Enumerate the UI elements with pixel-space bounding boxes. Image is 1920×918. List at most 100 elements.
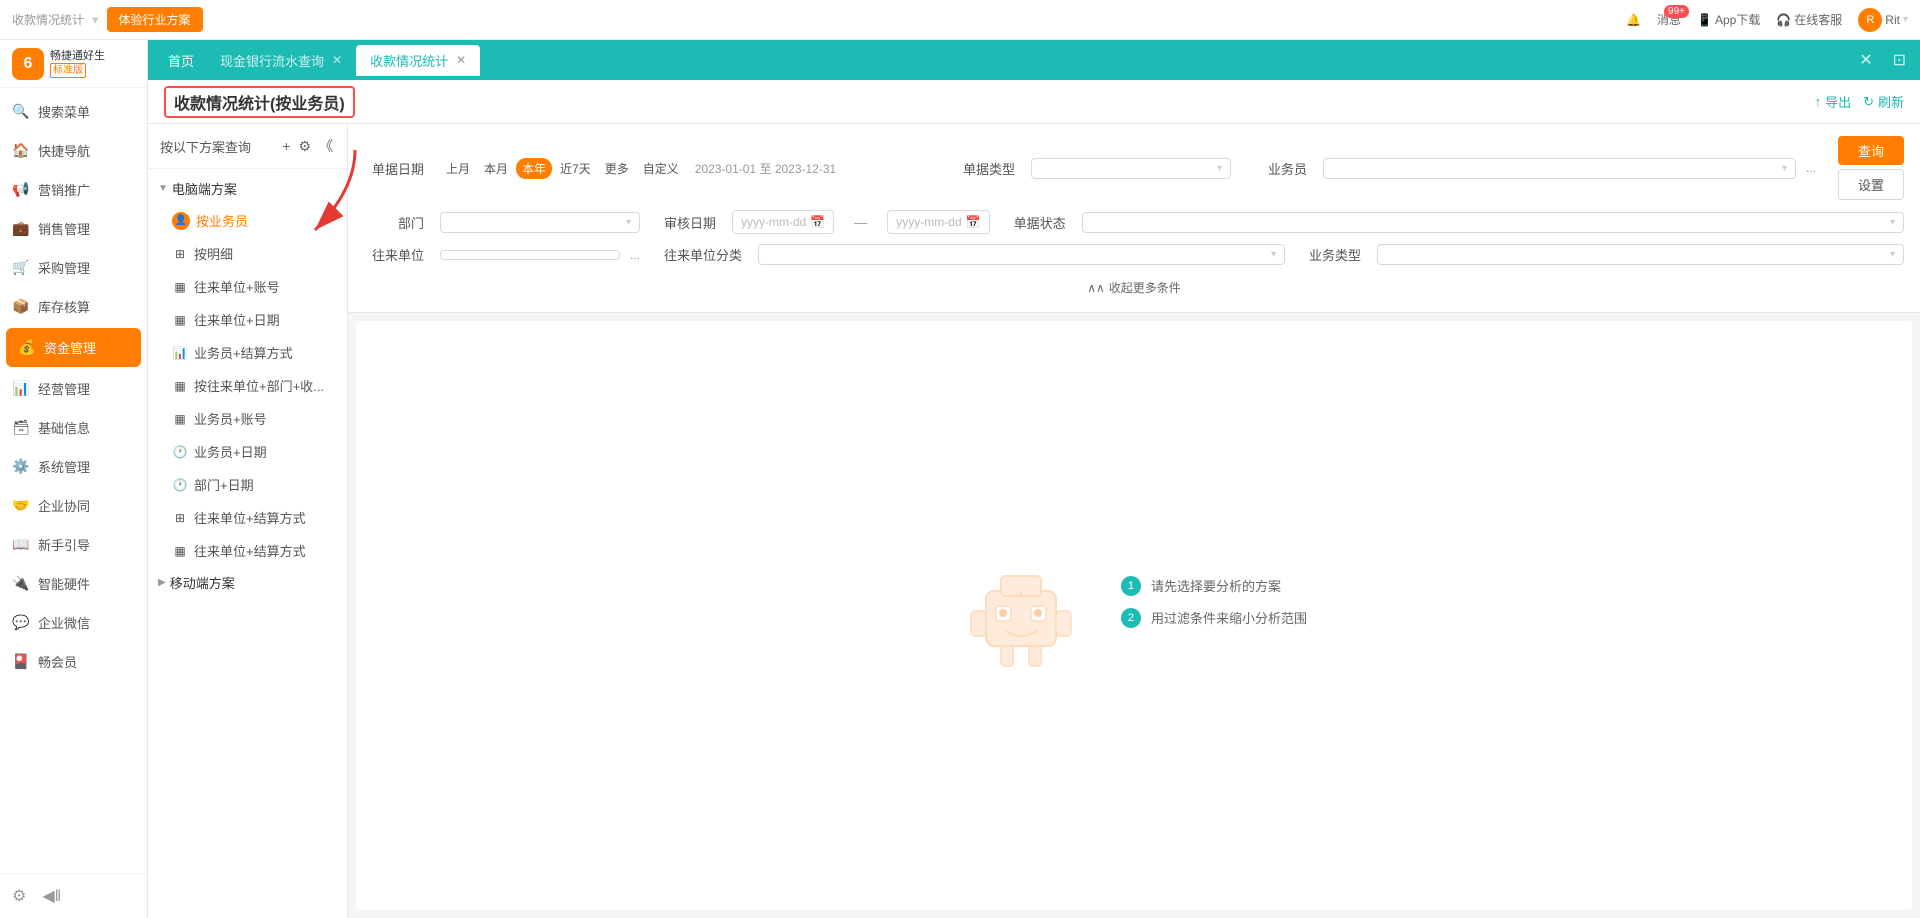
user-avatar[interactable]: R Rit ▾ bbox=[1858, 8, 1908, 32]
sidebar-label: 智能硬件 bbox=[38, 574, 90, 593]
scheme-item-unit-dept-collect[interactable]: ▦ 按往来单位+部门+收... bbox=[148, 369, 347, 402]
doc-status-label: 单据状态 bbox=[1006, 213, 1066, 232]
panel-title: 按以下方案查询 bbox=[160, 137, 251, 156]
sidebar-item-wechat[interactable]: 💬 企业微信 bbox=[0, 603, 147, 642]
export-button[interactable]: ↑ 导出 bbox=[1815, 92, 1852, 111]
empty-robot-icon bbox=[961, 556, 1081, 676]
tab-collection-stats[interactable]: 收款情况统计 ✕ bbox=[356, 45, 480, 76]
main-content: 按以下方案查询 + ⚙ 《 ▼ 电脑端方案 bbox=[148, 124, 1920, 918]
scheme-settings-button[interactable]: ⚙ bbox=[296, 134, 313, 158]
sidebar-label: 企业微信 bbox=[38, 613, 90, 632]
trial-button[interactable]: 体验行业方案 bbox=[107, 7, 203, 32]
sidebar-item-system[interactable]: ⚙️ 系统管理 bbox=[0, 447, 147, 486]
logo-text: 畅捷通好生 标准版 bbox=[50, 49, 105, 78]
sidebar-item-quick-nav[interactable]: 🏠 快捷导航 bbox=[0, 131, 147, 170]
tab-close-collection-stats[interactable]: ✕ bbox=[456, 53, 466, 67]
review-date-end[interactable]: yyyy-mm-dd 📅 bbox=[887, 210, 989, 234]
scheme-item-salesperson-account[interactable]: ▦ 业务员+账号 bbox=[148, 402, 347, 435]
dept-select[interactable]: ▾ bbox=[440, 212, 640, 233]
sidebar-settings-button[interactable]: ⚙ bbox=[8, 882, 30, 910]
scheme-item-label: 往来单位+结算方式 bbox=[194, 508, 306, 527]
scheme-item-by-salesperson[interactable]: 👤 按业务员 bbox=[148, 204, 347, 237]
app-download[interactable]: 📱 App下载 bbox=[1697, 11, 1760, 28]
scheme-group-mobile-header[interactable]: ▶ 移动端方案 bbox=[148, 567, 347, 598]
refresh-button[interactable]: ↻ 刷新 bbox=[1863, 92, 1904, 111]
collapse-panel-button[interactable]: 《 bbox=[317, 134, 335, 158]
notification-area[interactable]: 🔔 99+ 消息 bbox=[1626, 11, 1681, 28]
doc-type-select[interactable]: ▾ bbox=[1031, 158, 1231, 179]
scheme-item-label: 往来单位+账号 bbox=[194, 277, 280, 296]
filter-settings-button[interactable]: 设置 bbox=[1838, 169, 1904, 200]
sidebar-item-search-menu[interactable]: 🔍 搜索菜单 bbox=[0, 92, 147, 131]
scheme-group-desktop-header[interactable]: ▼ 电脑端方案 bbox=[148, 173, 347, 204]
counterparty-label: 往来单位 bbox=[364, 245, 424, 264]
query-button[interactable]: 查询 bbox=[1838, 136, 1904, 165]
sidebar-item-enterprise[interactable]: 🤝 企业协同 bbox=[0, 486, 147, 525]
scheme-item-unit-account[interactable]: ▦ 往来单位+账号 bbox=[148, 270, 347, 303]
this-year-btn[interactable]: 本年 bbox=[516, 158, 552, 179]
more-date-btn[interactable]: 更多 bbox=[599, 158, 635, 179]
logo-area: 6 畅捷通好生 标准版 bbox=[0, 40, 147, 88]
scheme-icon: ▦ bbox=[172, 279, 188, 295]
sidebar-label: 库存核算 bbox=[38, 297, 90, 316]
salesperson-more-button[interactable]: ... bbox=[1800, 159, 1822, 177]
last-month-btn[interactable]: 上月 bbox=[440, 158, 476, 179]
window-maximize-button[interactable]: ⊡ bbox=[1887, 48, 1912, 72]
category-label: 往来单位分类 bbox=[662, 245, 742, 264]
counterparty-more-button[interactable]: ... bbox=[624, 246, 646, 264]
sidebar-item-hardware[interactable]: 🔌 智能硬件 bbox=[0, 564, 147, 603]
group-label: 移动端方案 bbox=[170, 573, 235, 592]
scheme-item-label: 按明细 bbox=[194, 244, 233, 263]
collapse-conditions-button[interactable]: ∧∧ 收起更多条件 bbox=[364, 275, 1904, 300]
sidebar-item-inventory[interactable]: 📦 库存核算 bbox=[0, 287, 147, 326]
scheme-item-unit-payment2[interactable]: ▦ 往来单位+结算方式 bbox=[148, 534, 347, 567]
tab-bank-flow[interactable]: 现金银行流水查询 ✕ bbox=[206, 45, 356, 76]
date-tabs: 上月 本月 本年 近7天 更多 自定义 bbox=[440, 158, 685, 179]
hardware-icon: 🔌 bbox=[12, 575, 30, 593]
add-scheme-button[interactable]: + bbox=[280, 134, 292, 158]
sidebar-item-finance[interactable]: 💰 资金管理 bbox=[6, 328, 141, 367]
scheme-item-label: 部门+日期 bbox=[194, 475, 254, 494]
group-toggle-icon: ▼ bbox=[158, 183, 168, 194]
this-month-btn[interactable]: 本月 bbox=[478, 158, 514, 179]
inventory-icon: 📦 bbox=[12, 298, 30, 316]
online-service[interactable]: 🎧 在线客服 bbox=[1776, 11, 1842, 28]
tab-home[interactable]: 首页 bbox=[156, 45, 206, 76]
tab-close-bank-flow[interactable]: ✕ bbox=[332, 53, 342, 67]
scheme-item-label: 业务员+结算方式 bbox=[194, 343, 293, 362]
scheme-item-unit-date[interactable]: ▦ 往来单位+日期 bbox=[148, 303, 347, 336]
scheme-item-by-detail[interactable]: ⊞ 按明细 bbox=[148, 237, 347, 270]
window-close-button[interactable]: ✕ bbox=[1853, 48, 1878, 72]
sidebar-item-marketing[interactable]: 📢 营销推广 bbox=[0, 170, 147, 209]
scheme-item-salesperson-date[interactable]: 🕐 业务员+日期 bbox=[148, 435, 347, 468]
filter-action-buttons: 查询 设置 bbox=[1838, 136, 1904, 200]
review-date-start[interactable]: yyyy-mm-dd 📅 bbox=[732, 210, 834, 234]
sales-icon: 💼 bbox=[12, 220, 30, 238]
last-7-days-btn[interactable]: 近7天 bbox=[554, 158, 597, 179]
top-header: 收款情况统计 ▾ 体验行业方案 🔔 99+ 消息 📱 App下载 🎧 在线客服 … bbox=[0, 0, 1920, 40]
sidebar-item-member[interactable]: 🎴 畅会员 bbox=[0, 642, 147, 681]
tab-bar: 首页 现金银行流水查询 ✕ 收款情况统计 ✕ ✕ ⊡ bbox=[148, 40, 1920, 80]
counterparty-category-select[interactable]: ▾ bbox=[758, 244, 1285, 265]
refresh-icon: ↻ bbox=[1863, 94, 1874, 110]
sidebar-item-guide[interactable]: 📖 新手引导 bbox=[0, 525, 147, 564]
custom-date-btn[interactable]: 自定义 bbox=[637, 158, 685, 179]
sidebar-item-purchase[interactable]: 🛒 采购管理 bbox=[0, 248, 147, 287]
sidebar-label: 企业协同 bbox=[38, 496, 90, 515]
results-area: 1 请先选择要分析的方案 2 用过滤条件来缩小分析范围 bbox=[356, 321, 1912, 910]
left-scheme-panel: 按以下方案查询 + ⚙ 《 ▼ 电脑端方案 bbox=[148, 124, 348, 918]
salesperson-select[interactable]: ▾ bbox=[1323, 158, 1796, 179]
doc-status-select[interactable]: ▾ bbox=[1082, 212, 1904, 233]
scheme-list: ▼ 电脑端方案 👤 按业务员 ⊞ 按明细 ▦ bbox=[148, 169, 347, 918]
counterparty-select[interactable] bbox=[440, 250, 620, 260]
scheme-item-unit-payment1[interactable]: ⊞ 往来单位+结算方式 bbox=[148, 501, 347, 534]
sidebar-item-basic-info[interactable]: 🗃 基础信息 bbox=[0, 408, 147, 447]
sidebar-item-operations[interactable]: 📊 经营管理 bbox=[0, 369, 147, 408]
doc-type-label: 单据类型 bbox=[955, 159, 1015, 178]
sidebar-label: 系统管理 bbox=[38, 457, 90, 476]
scheme-item-salesperson-payment[interactable]: 📊 业务员+结算方式 bbox=[148, 336, 347, 369]
sidebar-item-sales[interactable]: 💼 销售管理 bbox=[0, 209, 147, 248]
scheme-item-dept-date[interactable]: 🕐 部门+日期 bbox=[148, 468, 347, 501]
sidebar-collapse-button[interactable]: ◀‖ bbox=[38, 882, 65, 910]
business-type-select[interactable]: ▾ bbox=[1377, 244, 1904, 265]
